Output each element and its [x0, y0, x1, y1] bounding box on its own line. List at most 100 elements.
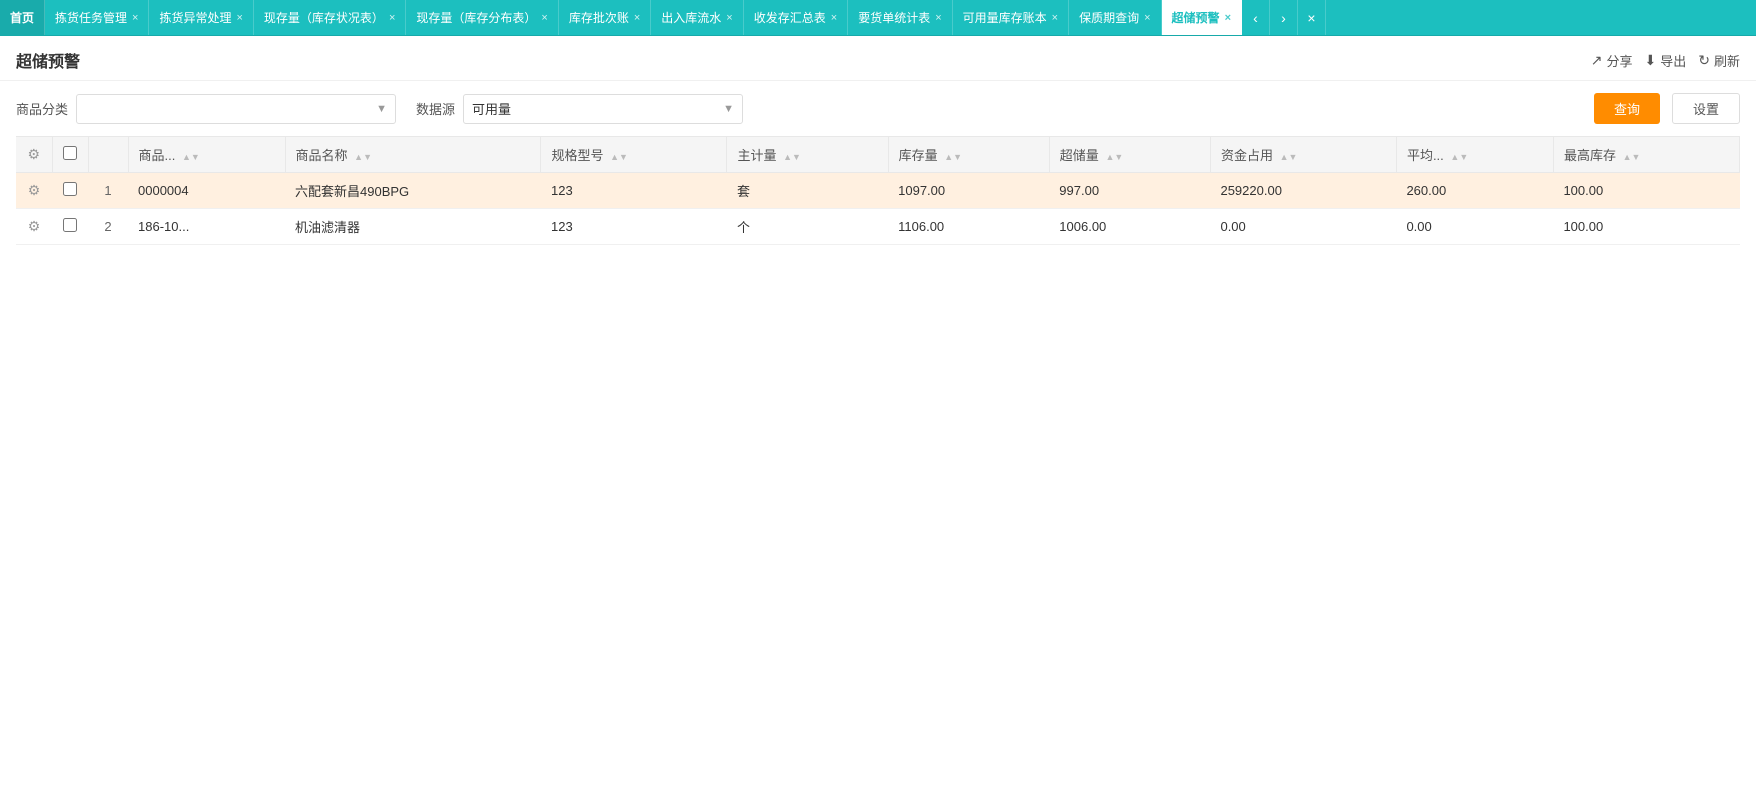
th-avg[interactable]: 平均... ▲▼ [1396, 137, 1553, 173]
th-unit-label: 主计量 [737, 148, 776, 163]
nav-inv-dist-label: 现存量（库存分布表） [416, 9, 536, 26]
th-product-name-label: 商品名称 [296, 148, 348, 163]
row-spec: 123 [541, 209, 727, 245]
export-label: 导出 [1660, 51, 1686, 70]
nav-item-collect-summary[interactable]: 收发存汇总表 × [744, 0, 848, 36]
close-icon[interactable]: × [831, 12, 837, 24]
category-filter: 商品分类 ▼ [16, 94, 396, 124]
close-icon[interactable]: × [1052, 12, 1058, 24]
close-icon[interactable]: × [726, 12, 732, 24]
row-checkbox-cell[interactable] [52, 209, 88, 245]
table-body: ⚙ 1 0000004 六配套新昌490BPG 123 套 1097.00 99… [16, 173, 1740, 245]
row-checkbox[interactable] [63, 218, 77, 232]
sort-icon: ▲▼ [783, 152, 801, 162]
datasource-select[interactable]: 可用量 ▼ [463, 94, 743, 124]
close-icon[interactable]: × [236, 12, 242, 24]
th-product-name[interactable]: 商品名称 ▲▼ [285, 137, 541, 173]
nav-arrow-left[interactable]: ‹ [1242, 0, 1270, 36]
header-actions: ↗ 分享 ⬇ 导出 ↻ 刷新 [1591, 51, 1740, 70]
th-avg-label: 平均... [1407, 148, 1444, 163]
refresh-label: 刷新 [1714, 51, 1740, 70]
category-select[interactable]: ▼ [76, 94, 396, 124]
close-icon[interactable]: × [389, 12, 395, 24]
row-gear-cell[interactable]: ⚙ [16, 209, 52, 245]
table-wrapper: ⚙ 商品... ▲▼ 商品名称 ▲▼ 规格型号 ▲▼ [0, 136, 1756, 245]
row-max-stock: 100.00 [1553, 173, 1739, 209]
gear-icon[interactable]: ⚙ [28, 182, 41, 198]
chevron-down-icon: ▼ [723, 103, 734, 115]
select-all-checkbox[interactable] [63, 146, 77, 160]
sort-icon: ▲▼ [1280, 152, 1298, 162]
th-stock[interactable]: 库存量 ▲▼ [888, 137, 1049, 173]
close-icon[interactable]: × [1144, 12, 1150, 24]
filter-actions: 查询 设置 [1594, 93, 1740, 124]
nav-item-inventory-status[interactable]: 现存量（库存状况表） × [254, 0, 406, 36]
close-icon[interactable]: × [935, 12, 941, 24]
th-overstock[interactable]: 超储量 ▲▼ [1049, 137, 1210, 173]
nav-item-home[interactable]: 首页 [0, 0, 45, 36]
nav-item-batch-account[interactable]: 库存批次账 × [559, 0, 651, 36]
nav-order-label: 要货单统计表 [858, 9, 930, 26]
nav-item-quality-check[interactable]: 保质期查询 × [1069, 0, 1161, 36]
sort-icon: ▲▼ [354, 152, 372, 162]
row-gear-cell[interactable]: ⚙ [16, 173, 52, 209]
nav-collect-label: 收发存汇总表 [754, 9, 826, 26]
row-product-name: 机油滤清器 [285, 209, 541, 245]
nav-item-overstock-warning[interactable]: 超储预警 × [1162, 0, 1242, 36]
gear-icon[interactable]: ⚙ [27, 146, 40, 162]
gear-icon[interactable]: ⚙ [28, 218, 41, 234]
th-row-num [88, 137, 128, 173]
gear-header[interactable]: ⚙ [16, 137, 52, 173]
th-spec-label: 规格型号 [551, 148, 603, 163]
nav-item-inout-flow[interactable]: 出入库流水 × [651, 0, 743, 36]
refresh-button[interactable]: ↻ 刷新 [1698, 51, 1740, 70]
export-icon: ⬇ [1645, 52, 1657, 69]
nav-arrow-right[interactable]: › [1270, 0, 1298, 36]
th-capital[interactable]: 资金占用 ▲▼ [1210, 137, 1396, 173]
close-icon[interactable]: × [634, 12, 640, 24]
nav-item-inventory-dist[interactable]: 现存量（库存分布表） × [406, 0, 558, 36]
close-icon[interactable]: × [132, 12, 138, 24]
query-button[interactable]: 查询 [1594, 93, 1660, 124]
nav-item-available-account[interactable]: 可用量库存账本 × [953, 0, 1069, 36]
th-product-code[interactable]: 商品... ▲▼ [128, 137, 285, 173]
nav-item-task-mgmt[interactable]: 拣货任务管理 × [45, 0, 149, 36]
row-product-code: 186-10... [128, 209, 285, 245]
close-icon[interactable]: × [541, 12, 547, 24]
close-icon[interactable]: × [1225, 12, 1231, 24]
nav-quality-label: 保质期查询 [1079, 9, 1139, 26]
nav-task-label: 拣货任务管理 [55, 9, 127, 26]
row-checkbox-cell[interactable] [52, 173, 88, 209]
page-header: 超储预警 ↗ 分享 ⬇ 导出 ↻ 刷新 [0, 36, 1756, 81]
sort-icon: ▲▼ [1450, 152, 1468, 162]
nav-available-label: 可用量库存账本 [963, 9, 1047, 26]
nav-item-order-stats[interactable]: 要货单统计表 × [848, 0, 952, 36]
overstock-table: ⚙ 商品... ▲▼ 商品名称 ▲▼ 规格型号 ▲▼ [16, 136, 1740, 245]
nav-arrow-more[interactable]: × [1298, 0, 1326, 36]
top-navigation: 首页 拣货任务管理 × 拣货异常处理 × 现存量（库存状况表） × 现存量（库存… [0, 0, 1756, 36]
row-capital: 0.00 [1210, 209, 1396, 245]
th-max-stock[interactable]: 最高库存 ▲▼ [1553, 137, 1739, 173]
th-overstock-label: 超储量 [1060, 148, 1099, 163]
sort-icon: ▲▼ [182, 152, 200, 162]
nav-item-abnormal[interactable]: 拣货异常处理 × [149, 0, 253, 36]
export-button[interactable]: ⬇ 导出 [1645, 51, 1687, 70]
row-overstock: 1006.00 [1049, 209, 1210, 245]
nav-inout-label: 出入库流水 [661, 9, 721, 26]
nav-home-label: 首页 [10, 9, 34, 26]
row-product-code: 0000004 [128, 173, 285, 209]
nav-abnormal-label: 拣货异常处理 [159, 9, 231, 26]
sort-icon: ▲▼ [1105, 152, 1123, 162]
row-max-stock: 100.00 [1553, 209, 1739, 245]
settings-button[interactable]: 设置 [1672, 93, 1740, 124]
th-spec[interactable]: 规格型号 ▲▼ [541, 137, 727, 173]
filter-area: 商品分类 ▼ 数据源 可用量 ▼ 查询 设置 [0, 81, 1756, 136]
datasource-label: 数据源 [416, 99, 455, 118]
chevron-down-icon: ▼ [376, 103, 387, 115]
th-unit[interactable]: 主计量 ▲▼ [727, 137, 888, 173]
row-checkbox[interactable] [63, 182, 77, 196]
th-stock-label: 库存量 [899, 148, 938, 163]
category-label: 商品分类 [16, 99, 68, 118]
share-button[interactable]: ↗ 分享 [1591, 51, 1633, 70]
checkbox-header[interactable] [52, 137, 88, 173]
